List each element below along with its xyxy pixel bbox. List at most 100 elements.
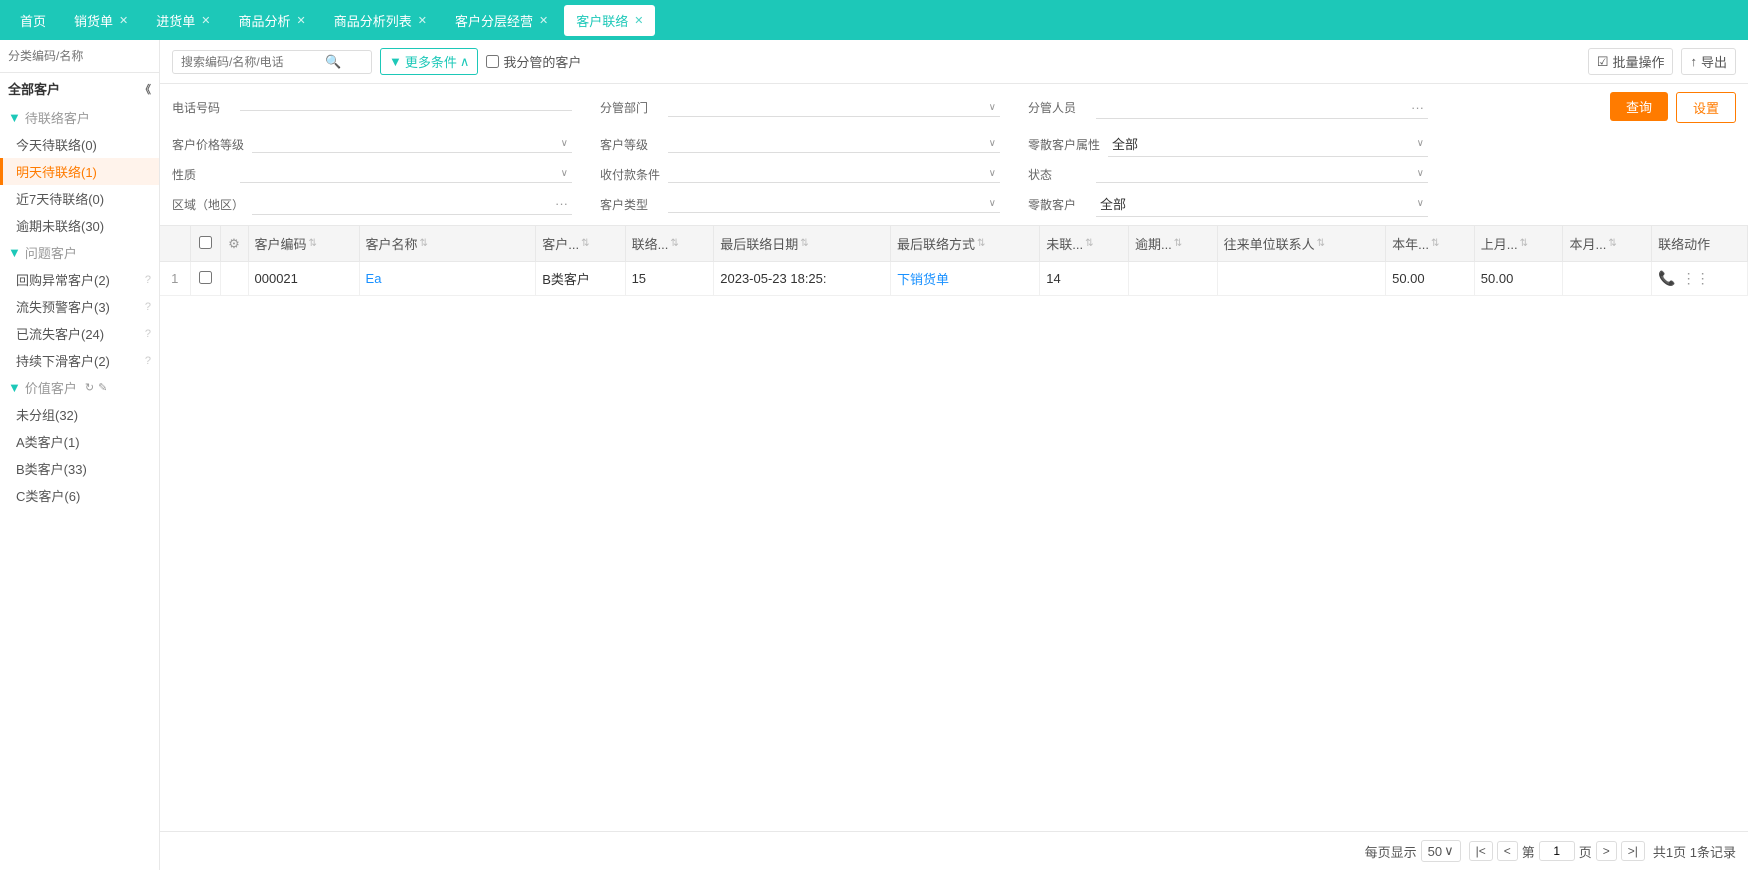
nav-analysis-list[interactable]: 商品分析列表 ✕: [322, 5, 439, 36]
th-contact[interactable]: 联络...⇅: [625, 226, 714, 262]
th-customer-name[interactable]: 客户名称⇅: [359, 226, 536, 262]
nav-close-customer-tier[interactable]: ✕: [539, 14, 548, 27]
value-edit-icon[interactable]: ✎: [98, 381, 107, 394]
status-select[interactable]: ∨: [1096, 165, 1428, 183]
contact-method-link[interactable]: 下销货单: [897, 272, 949, 287]
sidebar-item-churned[interactable]: 已流失客户(24) ?: [0, 320, 159, 347]
nav-customer-contact[interactable]: 客户联络 ✕: [564, 5, 655, 36]
nav-home[interactable]: 首页: [8, 5, 58, 36]
th-checkbox[interactable]: [190, 226, 220, 262]
cell-action: 📞 ⋮⋮: [1652, 262, 1748, 296]
select-all-checkbox[interactable]: [199, 236, 212, 249]
sidebar-item-class-c[interactable]: C类客户(6): [0, 482, 159, 509]
nav-close-analysis-list[interactable]: ✕: [418, 14, 427, 27]
nav-analysis[interactable]: 商品分析 ✕: [226, 5, 317, 36]
more-conditions-button[interactable]: ▼ 更多条件 ∧: [380, 48, 478, 75]
sort-icon-unit: ⇅: [1317, 238, 1325, 249]
sidebar-search-input[interactable]: [8, 49, 160, 63]
column-settings-icon[interactable]: ⚙: [228, 236, 240, 251]
retail-attr-chevron: ∨: [1417, 138, 1424, 149]
sidebar-item-7days[interactable]: 近7天待联络(0): [0, 185, 159, 212]
th-customer-type[interactable]: 客户...⇅: [536, 226, 625, 262]
sidebar-item-class-a[interactable]: A类客户(1): [0, 428, 159, 455]
sidebar-item-tomorrow[interactable]: 明天待联络(1): [0, 158, 159, 185]
value-refresh-icon[interactable]: ↻: [85, 381, 94, 394]
batch-ops-button[interactable]: ☑ 批量操作: [1588, 48, 1674, 75]
retail-attr-label: 零散客户属性: [1028, 136, 1100, 153]
action-phone-icon[interactable]: 📞: [1658, 270, 1675, 287]
th-uncontacted[interactable]: 未联...⇅: [1040, 226, 1129, 262]
query-button[interactable]: 查询: [1610, 92, 1668, 121]
retail-customer-select[interactable]: 全部 ∨: [1096, 191, 1428, 217]
prev-page-button[interactable]: <: [1497, 841, 1518, 861]
th-last-contact-method[interactable]: 最后联络方式⇅: [890, 226, 1039, 262]
th-action: 联络动作: [1652, 226, 1748, 262]
region-input[interactable]: ···: [252, 193, 572, 215]
manager-input[interactable]: ···: [1096, 97, 1428, 119]
nav-close-sales[interactable]: ✕: [119, 14, 128, 27]
dept-select[interactable]: ∨: [668, 99, 1000, 117]
sidebar-item-ungrouped[interactable]: 未分组(32): [0, 401, 159, 428]
advanced-filter-panel: 电话号码 分管部门 ∨ 分管人员 ··· 查询 设置: [160, 84, 1748, 226]
filter-row-4: 区域（地区） ··· 客户类型 ∨ 零散客户 全部 ∨: [172, 191, 1736, 217]
customer-type-select[interactable]: ∨: [668, 195, 1000, 213]
page-size-selector[interactable]: 50 ∨: [1421, 840, 1461, 862]
settings-button[interactable]: 设置: [1676, 92, 1736, 123]
help-icon-3[interactable]: ?: [145, 328, 151, 340]
nav-close-analysis[interactable]: ✕: [297, 14, 306, 27]
help-icon-1[interactable]: ?: [145, 274, 151, 286]
sidebar-item-declining[interactable]: 持续下滑客户(2) ?: [0, 347, 159, 374]
sidebar-all-customers-header[interactable]: 全部客户 《: [0, 73, 159, 104]
th-last-month[interactable]: 上月...⇅: [1474, 226, 1563, 262]
cell-gear: [220, 262, 248, 296]
my-customers-checkbox[interactable]: [486, 55, 499, 68]
th-customer-code[interactable]: 客户编码⇅: [248, 226, 359, 262]
sidebar-search-area: 🔍: [0, 40, 159, 73]
first-page-button[interactable]: |<: [1469, 841, 1493, 861]
dept-label: 分管部门: [600, 99, 660, 116]
help-icon-4[interactable]: ?: [145, 355, 151, 367]
nav-close-customer-contact[interactable]: ✕: [634, 14, 643, 27]
th-this-month[interactable]: 本月...⇅: [1563, 226, 1652, 262]
sidebar-item-churn-warning[interactable]: 流失预警客户(3) ?: [0, 293, 159, 320]
region-more-icon[interactable]: ···: [555, 196, 568, 211]
payment-label: 收付款条件: [600, 166, 660, 183]
action-more-icon[interactable]: ⋮⋮: [1682, 270, 1710, 287]
sidebar-item-today[interactable]: 今天待联络(0): [0, 131, 159, 158]
cell-overdue: [1128, 262, 1217, 296]
sidebar-item-abnormal-repurchase[interactable]: 回购异常客户(2) ?: [0, 266, 159, 293]
nav-customer-tier[interactable]: 客户分层经营 ✕: [443, 5, 560, 36]
price-level-select[interactable]: ∨: [252, 135, 572, 153]
search-icon[interactable]: 🔍: [325, 54, 341, 70]
customer-level-select[interactable]: ∨: [668, 135, 1000, 153]
row-checkbox[interactable]: [199, 271, 212, 284]
more-icon[interactable]: ···: [1411, 100, 1424, 115]
nav-purchase[interactable]: 进货单 ✕: [144, 5, 222, 36]
my-customers-checkbox-area: 我分管的客户: [486, 52, 581, 71]
th-overdue[interactable]: 逾期...⇅: [1128, 226, 1217, 262]
th-unit-contact[interactable]: 往来单位联系人⇅: [1217, 226, 1385, 262]
th-gear[interactable]: ⚙: [220, 226, 248, 262]
sidebar-collapse-icon[interactable]: 《: [140, 81, 151, 97]
nav-close-purchase[interactable]: ✕: [201, 14, 210, 27]
filter-dept: 分管部门 ∨: [600, 99, 1000, 117]
help-icon-2[interactable]: ?: [145, 301, 151, 313]
phone-input[interactable]: [240, 104, 572, 111]
nature-select[interactable]: ∨: [240, 165, 572, 183]
cell-checkbox[interactable]: [190, 262, 220, 296]
page-number-input[interactable]: [1539, 841, 1575, 861]
cell-last-contact-method[interactable]: 下销货单: [890, 262, 1039, 296]
nav-sales[interactable]: 销货单 ✕: [62, 5, 140, 36]
th-this-year[interactable]: 本年...⇅: [1386, 226, 1475, 262]
last-page-button[interactable]: >|: [1621, 841, 1645, 861]
sidebar-item-overdue[interactable]: 逾期未联络(30): [0, 212, 159, 239]
next-page-button[interactable]: >: [1596, 841, 1617, 861]
th-last-contact-date[interactable]: 最后联络日期⇅: [714, 226, 891, 262]
filter-price-level: 客户价格等级 ∨: [172, 135, 572, 153]
export-button[interactable]: ↑ 导出: [1681, 48, 1736, 75]
filter-retail-attr: 零散客户属性 全部 ∨: [1028, 131, 1428, 157]
search-input[interactable]: [181, 55, 321, 69]
payment-select[interactable]: ∨: [668, 165, 1000, 183]
sidebar-item-class-b[interactable]: B类客户(33): [0, 455, 159, 482]
retail-attr-select[interactable]: 全部 ∨: [1108, 131, 1428, 157]
